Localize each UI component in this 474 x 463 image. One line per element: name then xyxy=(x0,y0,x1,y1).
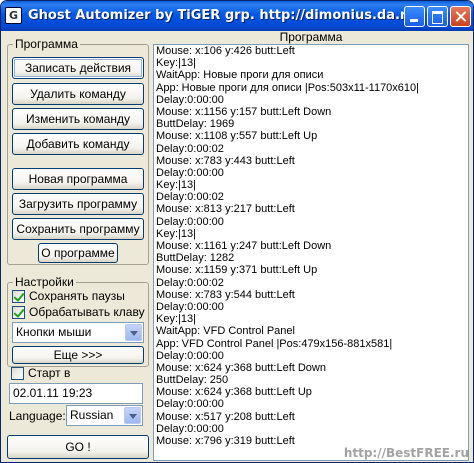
chevron-down-icon[interactable] xyxy=(124,407,141,424)
load-program-button[interactable]: Загрузить программу xyxy=(12,193,144,215)
process-keys-label: Обрабатывать клаву xyxy=(29,305,145,319)
command-list-item[interactable]: Mouse: x:106 y:426 butt:Left xyxy=(154,45,468,57)
command-list-item[interactable]: Delay:0:00:00 xyxy=(154,301,468,313)
close-button[interactable] xyxy=(450,6,471,27)
command-list-item[interactable]: Mouse: x:624 y:368 butt:Left Down xyxy=(154,362,468,374)
app-window: G Ghost Automizer by TiGER grp. http://d… xyxy=(0,0,474,463)
command-list-item[interactable]: Mouse: x:1108 y:557 butt:Left Up xyxy=(154,130,468,142)
command-list-item[interactable]: Delay:0:00:00 xyxy=(154,167,468,179)
new-program-button[interactable]: Новая программа xyxy=(12,168,144,190)
process-keys-option[interactable]: Обрабатывать клаву xyxy=(12,305,145,321)
language-select[interactable]: Russian xyxy=(66,405,143,426)
program-list-header: Программа xyxy=(279,30,343,44)
command-list-item[interactable]: Delay:0:00:00 xyxy=(154,423,468,435)
command-list-item[interactable]: Delay:0:00:00 xyxy=(154,398,468,410)
language-label: Language: xyxy=(9,409,66,423)
command-list-item[interactable]: Delay:0:00:00 xyxy=(154,216,468,228)
command-list-item[interactable]: App: VFD Control Panel |Pos:479x156-881x… xyxy=(154,338,468,350)
command-list-item[interactable]: Mouse: x:783 y:544 butt:Left xyxy=(154,289,468,301)
add-command-button[interactable]: Добавить команду xyxy=(12,133,144,155)
command-list-item[interactable]: Mouse: x:1159 y:371 butt:Left Up xyxy=(154,264,468,276)
command-list-item[interactable]: Mouse: x:783 y:443 butt:Left xyxy=(154,155,468,167)
title-bar[interactable]: G Ghost Automizer by TiGER grp. http://d… xyxy=(1,1,473,31)
window-title: Ghost Automizer by TiGER grp. http://dim… xyxy=(28,8,416,23)
command-list-item[interactable]: Key:|13| xyxy=(154,313,468,325)
command-list-item[interactable]: Delay:0:00:02 xyxy=(154,277,468,289)
more-button[interactable]: Еще >>> xyxy=(12,346,144,364)
command-list-item[interactable]: Key:|13| xyxy=(154,179,468,191)
program-group: Программа Записать действия Удалить кома… xyxy=(7,37,149,265)
start-at-option[interactable]: Старт в xyxy=(11,366,111,382)
edit-command-button[interactable]: Изменить команду xyxy=(12,108,144,130)
delete-command-button[interactable]: Удалить команду xyxy=(12,83,144,105)
command-list-item[interactable]: WaitApp: VFD Control Panel xyxy=(154,325,468,337)
save-pauses-checkbox[interactable] xyxy=(12,290,25,303)
process-keys-checkbox[interactable] xyxy=(12,306,25,319)
start-at-checkbox[interactable] xyxy=(11,367,24,380)
start-at-label: Старт в xyxy=(28,366,71,380)
start-datetime-field[interactable]: 02.01.11 19:23 xyxy=(9,383,143,404)
about-button[interactable]: О программе xyxy=(38,243,118,263)
mouse-buttons-value: Кнопки мыши xyxy=(16,325,92,339)
record-actions-button[interactable]: Записать действия xyxy=(12,57,144,79)
save-pauses-option[interactable]: Сохранять паузы xyxy=(12,289,144,305)
command-list-item[interactable]: Mouse: x:1156 y:157 butt:Left Down xyxy=(154,106,468,118)
program-group-label: Программа xyxy=(13,37,80,51)
chevron-down-icon[interactable] xyxy=(125,324,142,341)
command-list-item[interactable]: Mouse: x:1161 y:247 butt:Left Down xyxy=(154,240,468,252)
program-command-list[interactable]: Mouse: x:106 y:426 butt:Left Key:|13| Wait… xyxy=(153,44,469,461)
command-list-item[interactable]: Key:|13| xyxy=(154,228,468,240)
left-panel: Программа Записать действия Удалить кома… xyxy=(7,37,149,459)
command-list-item[interactable]: Key:|13| xyxy=(154,57,468,69)
save-program-button[interactable]: Сохранить программу xyxy=(12,218,144,240)
settings-group-label: Настройки xyxy=(13,275,76,289)
command-list-item[interactable]: ButtDelay: 1969 xyxy=(154,118,468,130)
watermark-text: http://BestFREE.ru xyxy=(343,446,469,460)
language-value: Russian xyxy=(70,408,114,422)
mouse-buttons-select[interactable]: Кнопки мыши xyxy=(12,322,144,343)
command-list-item[interactable]: WaitApp: Новые проги для описи xyxy=(154,69,468,81)
command-list-item[interactable]: Delay:0:00:02 xyxy=(154,143,468,155)
command-list-item[interactable]: Delay:0:00:00 xyxy=(154,94,468,106)
command-list-item[interactable]: Mouse: x:624 y:368 butt:Left Up xyxy=(154,386,468,398)
settings-group: Настройки Сохранять паузы Обрабатывать к… xyxy=(7,275,149,367)
go-button[interactable]: GO ! xyxy=(7,435,149,459)
app-icon[interactable]: G xyxy=(5,7,22,24)
save-pauses-label: Сохранять паузы xyxy=(29,289,125,303)
command-list-item[interactable]: Delay:0:00:02 xyxy=(154,191,468,203)
command-list-item[interactable]: ButtDelay: 250 xyxy=(154,374,468,386)
program-panel: Программа Mouse: x:106 y:426 butt:Left Ke… xyxy=(153,31,469,461)
command-list-item[interactable]: Mouse: x:813 y:217 butt:Left xyxy=(154,203,468,215)
maximize-button[interactable] xyxy=(427,6,448,27)
command-list-item[interactable]: ButtDelay: 1282 xyxy=(154,252,468,264)
command-list-item[interactable]: App: Новые проги для описи |Pos:503x11-1… xyxy=(154,82,468,94)
minimize-button[interactable] xyxy=(404,6,425,27)
command-list-item[interactable]: Mouse: x:517 y:208 butt:Left xyxy=(154,411,468,423)
command-list-item[interactable]: Delay:0:00:00 xyxy=(154,350,468,362)
